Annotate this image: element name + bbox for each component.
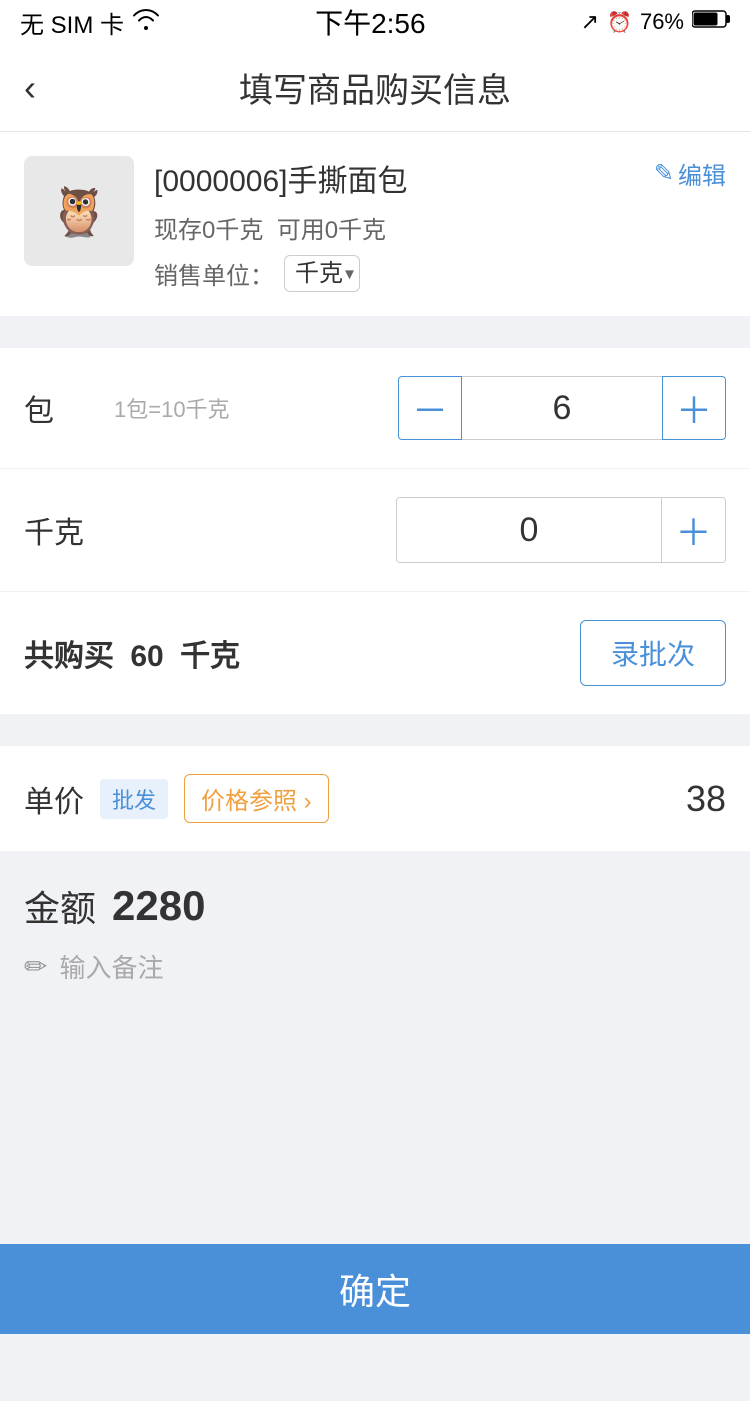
price-label: 单价 (24, 777, 84, 821)
summary-text: 共购买 60 千克 (24, 631, 240, 675)
status-time: 下午2:56 (315, 2, 426, 42)
price-section: 单价 批发 价格参照 › 38 (0, 746, 750, 852)
price-type-badge: 批发 (100, 779, 168, 819)
kg-row: 千克 ＋ (0, 469, 750, 592)
back-button[interactable]: ‹ (24, 67, 36, 109)
remark-placeholder: 输入备注 (59, 948, 163, 985)
price-row: 单价 批发 价格参照 › 38 (24, 774, 726, 823)
bao-plus-button[interactable]: ＋ (662, 376, 726, 440)
status-bar: 无 SIM 卡 下午2:56 ↗ ⏰ 76% (0, 0, 750, 44)
bao-input[interactable] (462, 376, 662, 440)
product-logo-icon: 🦉 (49, 183, 109, 240)
bao-minus-button[interactable]: － (398, 376, 462, 440)
amount-value: 2280 (112, 882, 205, 930)
status-right: ↗ ⏰ 76% (581, 9, 730, 35)
summary-row: 共购买 60 千克 录批次 (0, 592, 750, 714)
price-reference-button[interactable]: 价格参照 › (184, 774, 329, 823)
kg-input[interactable] (397, 498, 661, 562)
product-stock: 现存0千克 可用0千克 (154, 210, 726, 245)
product-card: 🦉 [0000006]手撕面包 ✎ 编辑 现存0千克 可用0千克 销售单位： 千… (0, 132, 750, 316)
wifi-icon (132, 8, 160, 37)
sim-label: 无 SIM 卡 (20, 5, 124, 40)
amount-label: 金额 (24, 880, 96, 932)
amount-row: 金额 2280 (24, 880, 726, 932)
price-value: 38 (686, 778, 726, 820)
empty-space (0, 1001, 750, 1401)
divider-2 (0, 714, 750, 730)
kg-label: 千克 (24, 508, 104, 552)
divider-1 (0, 332, 750, 348)
nav-bar: ‹ 填写商品购买信息 (0, 44, 750, 132)
status-left: 无 SIM 卡 (20, 5, 160, 40)
unit-select-wrapper[interactable]: 千克 包 (284, 255, 360, 292)
alarm-icon: ⏰ (607, 10, 632, 35)
remark-icon: ✏ (24, 950, 47, 983)
kg-plus-button[interactable]: ＋ (661, 498, 725, 562)
product-info: [0000006]手撕面包 ✎ 编辑 现存0千克 可用0千克 销售单位： 千克 … (154, 156, 726, 292)
location-icon: ↗ (581, 9, 599, 35)
bao-hint: 1包=10千克 (114, 392, 230, 424)
battery-icon (692, 9, 730, 35)
bao-row: 包 1包=10千克 － ＋ (0, 348, 750, 469)
page-title: 填写商品购买信息 (239, 63, 511, 112)
product-name: [0000006]手撕面包 (154, 156, 407, 200)
battery-label: 76% (640, 9, 684, 35)
remark-row[interactable]: ✏ 输入备注 (24, 948, 726, 985)
record-batch-button[interactable]: 录批次 (580, 620, 726, 686)
product-unit-row: 销售单位： 千克 包 (154, 255, 726, 292)
bao-label: 包 (24, 386, 104, 430)
unit-select[interactable]: 千克 包 (284, 255, 360, 292)
edit-button[interactable]: ✎ 编辑 (654, 156, 726, 191)
amount-section: 金额 2280 ✏ 输入备注 (0, 852, 750, 1001)
bao-controls: － ＋ (398, 376, 726, 440)
confirm-button[interactable]: 确定 (0, 1244, 750, 1334)
product-image: 🦉 (24, 156, 134, 266)
kg-controls: ＋ (396, 497, 726, 563)
bao-input-section: 包 1包=10千克 － ＋ 千克 ＋ (0, 348, 750, 592)
edit-icon: ✎ (654, 159, 674, 188)
